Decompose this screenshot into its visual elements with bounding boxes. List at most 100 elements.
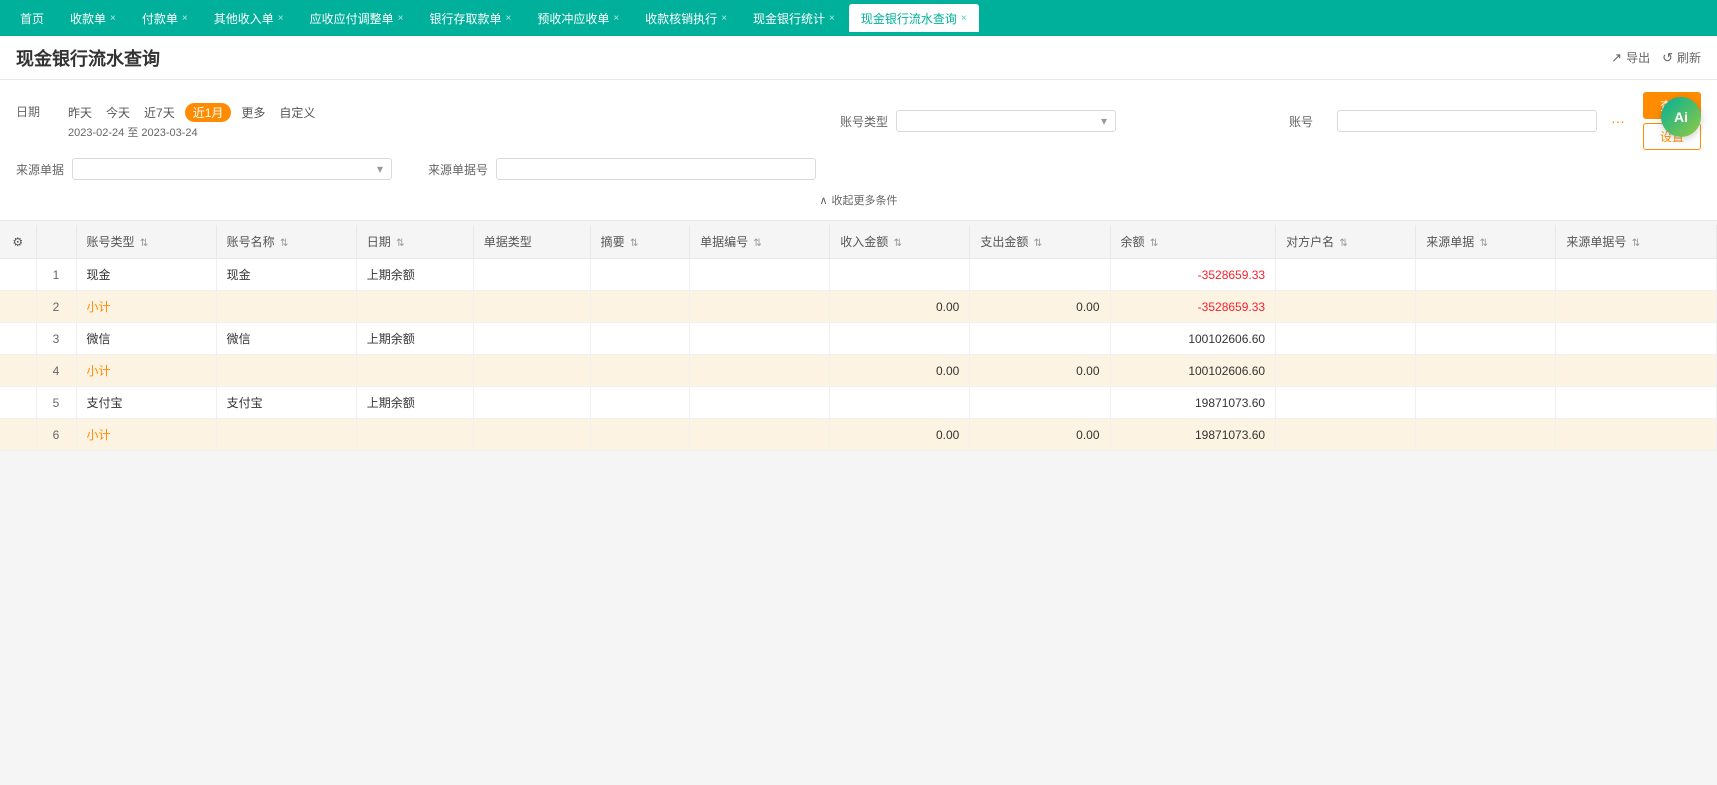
table-header-date[interactable]: 日期 ⇅ — [356, 225, 473, 259]
summary-cell — [590, 323, 689, 355]
account-type-cell: 现金 — [76, 259, 216, 291]
source-doc-select[interactable]: ▾ — [72, 158, 392, 180]
close-icon[interactable]: × — [613, 13, 619, 24]
table-row[interactable]: 4 小计 0.00 0.00 100102606.60 — [0, 355, 1717, 387]
source-doc-no-cell — [1556, 323, 1717, 355]
account-type-select[interactable]: ▾ — [896, 110, 1116, 132]
table-row[interactable]: 2 小计 0.00 0.00 -3528659.33 — [0, 291, 1717, 323]
header-actions: ↗ 导出 ↺ 刷新 — [1611, 49, 1701, 66]
page-title: 现金银行流水查询 — [16, 45, 160, 71]
chevron-down-icon-2: ▾ — [377, 162, 383, 176]
table-row[interactable]: 3 微信 微信 上期余额 100102606.60 — [0, 323, 1717, 355]
nav-tab-collection-exec-label: 收款核销执行 — [645, 10, 717, 27]
account-name-cell: 微信 — [216, 323, 356, 355]
ai-label: Ai — [1674, 109, 1688, 125]
shortcut-last1m[interactable]: 近1月 — [185, 103, 232, 122]
expense-cell — [970, 323, 1110, 355]
table-header-balance[interactable]: 余额 ⇅ — [1110, 225, 1276, 259]
table-header-source-doc-no[interactable]: 来源单据号 ⇅ — [1556, 225, 1717, 259]
shortcut-yesterday[interactable]: 昨天 — [64, 103, 96, 122]
source-doc-no-label: 来源单据号 — [428, 161, 488, 178]
doc-no-cell — [690, 259, 830, 291]
shortcut-last7[interactable]: 近7天 — [140, 103, 179, 122]
nav-tab-cash-bank-stat[interactable]: 现金银行统计 × — [741, 4, 847, 32]
nav-tab-payment[interactable]: 付款单 × — [130, 4, 200, 32]
export-button[interactable]: ↗ 导出 — [1611, 49, 1650, 66]
account-input[interactable] — [1337, 110, 1597, 132]
doc-no-cell — [690, 323, 830, 355]
close-icon[interactable]: × — [505, 13, 511, 24]
table-header-gear[interactable]: ⚙ — [0, 225, 36, 259]
close-icon[interactable]: × — [721, 13, 727, 24]
table-header-expense[interactable]: 支出金额 ⇅ — [970, 225, 1110, 259]
table-header-source-doc[interactable]: 来源单据 ⇅ — [1416, 225, 1556, 259]
nav-tab-receipt[interactable]: 收款单 × — [58, 4, 128, 32]
table-header-doc-no[interactable]: 单据编号 ⇅ — [690, 225, 830, 259]
nav-tab-advance-offset-label: 预收冲应收单 — [537, 10, 609, 27]
close-icon[interactable]: × — [961, 13, 967, 24]
chevron-up-icon: ∧ — [819, 194, 827, 207]
sort-icon: ⇅ — [1480, 238, 1488, 249]
nav-tab-cash-bank-flow[interactable]: 现金银行流水查询 × — [849, 4, 979, 32]
nav-tab-cash-bank-stat-label: 现金银行统计 — [753, 10, 825, 27]
refresh-button[interactable]: ↺ 刷新 — [1662, 49, 1701, 66]
doc-type-cell — [473, 355, 590, 387]
summary-cell — [590, 259, 689, 291]
nav-tab-ap-adjust[interactable]: 应收应付调整单 × — [298, 4, 416, 32]
summary-cell — [590, 291, 689, 323]
account-type-cell: 小计 — [76, 419, 216, 451]
refresh-icon: ↺ — [1662, 50, 1673, 66]
data-table: ⚙ 账号类型 ⇅ 账号名称 ⇅ 日期 ⇅ 单据类型 摘要 ⇅ 单据编号 ⇅ 收入… — [0, 225, 1717, 451]
date-cell — [356, 355, 473, 387]
sort-icon: ⇅ — [894, 238, 902, 249]
nav-tab-home[interactable]: 首页 — [8, 4, 56, 32]
income-cell — [830, 259, 970, 291]
shortcut-today[interactable]: 今天 — [102, 103, 134, 122]
nav-tab-home-label: 首页 — [20, 10, 44, 27]
shortcut-custom[interactable]: 自定义 — [275, 103, 319, 122]
table-header-account-name[interactable]: 账号名称 ⇅ — [216, 225, 356, 259]
close-icon[interactable]: × — [110, 13, 116, 24]
close-icon[interactable]: × — [182, 13, 188, 24]
source-doc-no-cell — [1556, 291, 1717, 323]
shortcut-more[interactable]: 更多 — [237, 103, 269, 122]
table-row[interactable]: 5 支付宝 支付宝 上期余额 19871073.60 — [0, 387, 1717, 419]
row-num-cell: 2 — [36, 291, 76, 323]
sort-icon: ⇅ — [753, 238, 761, 249]
row-num-cell: 5 — [36, 387, 76, 419]
source-doc-cell — [1416, 419, 1556, 451]
row-gear-cell — [0, 419, 36, 451]
doc-type-cell — [473, 387, 590, 419]
close-icon[interactable]: × — [829, 13, 835, 24]
collapse-bar[interactable]: ∧ 收起更多条件 — [16, 188, 1701, 212]
close-icon[interactable]: × — [278, 13, 284, 24]
account-ellipsis-button[interactable]: ··· — [1605, 111, 1631, 131]
balance-cell: 19871073.60 — [1110, 387, 1276, 419]
nav-tab-bank-deposit[interactable]: 银行存取款单 × — [417, 4, 523, 32]
nav-tab-collection-exec[interactable]: 收款核销执行 × — [633, 4, 739, 32]
nav-tab-other-income-label: 其他收入单 — [214, 10, 274, 27]
table-header-counterpart[interactable]: 对方户名 ⇅ — [1276, 225, 1416, 259]
source-doc-no-input[interactable] — [496, 158, 816, 180]
expense-cell — [970, 259, 1110, 291]
ai-assistant-button[interactable]: Ai — [1661, 97, 1701, 137]
counterpart-cell — [1276, 387, 1416, 419]
nav-tab-other-income[interactable]: 其他收入单 × — [202, 4, 296, 32]
table-header-income[interactable]: 收入金额 ⇅ — [830, 225, 970, 259]
table-row[interactable]: 1 现金 现金 上期余额 -3528659.33 — [0, 259, 1717, 291]
close-icon[interactable]: × — [398, 13, 404, 24]
doc-no-cell — [690, 419, 830, 451]
table-row[interactable]: 6 小计 0.00 0.00 19871073.60 — [0, 419, 1717, 451]
date-filter-label: 日期 — [16, 103, 56, 120]
doc-no-cell — [690, 355, 830, 387]
source-doc-no-cell — [1556, 419, 1717, 451]
doc-no-cell — [690, 387, 830, 419]
nav-tab-advance-offset[interactable]: 预收冲应收单 × — [525, 4, 631, 32]
balance-cell: 100102606.60 — [1110, 323, 1276, 355]
source-doc-cell — [1416, 323, 1556, 355]
table-header-account-type[interactable]: 账号类型 ⇅ — [76, 225, 216, 259]
source-doc-cell — [1416, 355, 1556, 387]
income-cell: 0.00 — [830, 419, 970, 451]
table-header-summary[interactable]: 摘要 ⇅ — [590, 225, 689, 259]
filter-area: 日期 昨天 今天 近7天 近1月 更多 自定义 2023-02-24 至 202… — [0, 80, 1717, 221]
